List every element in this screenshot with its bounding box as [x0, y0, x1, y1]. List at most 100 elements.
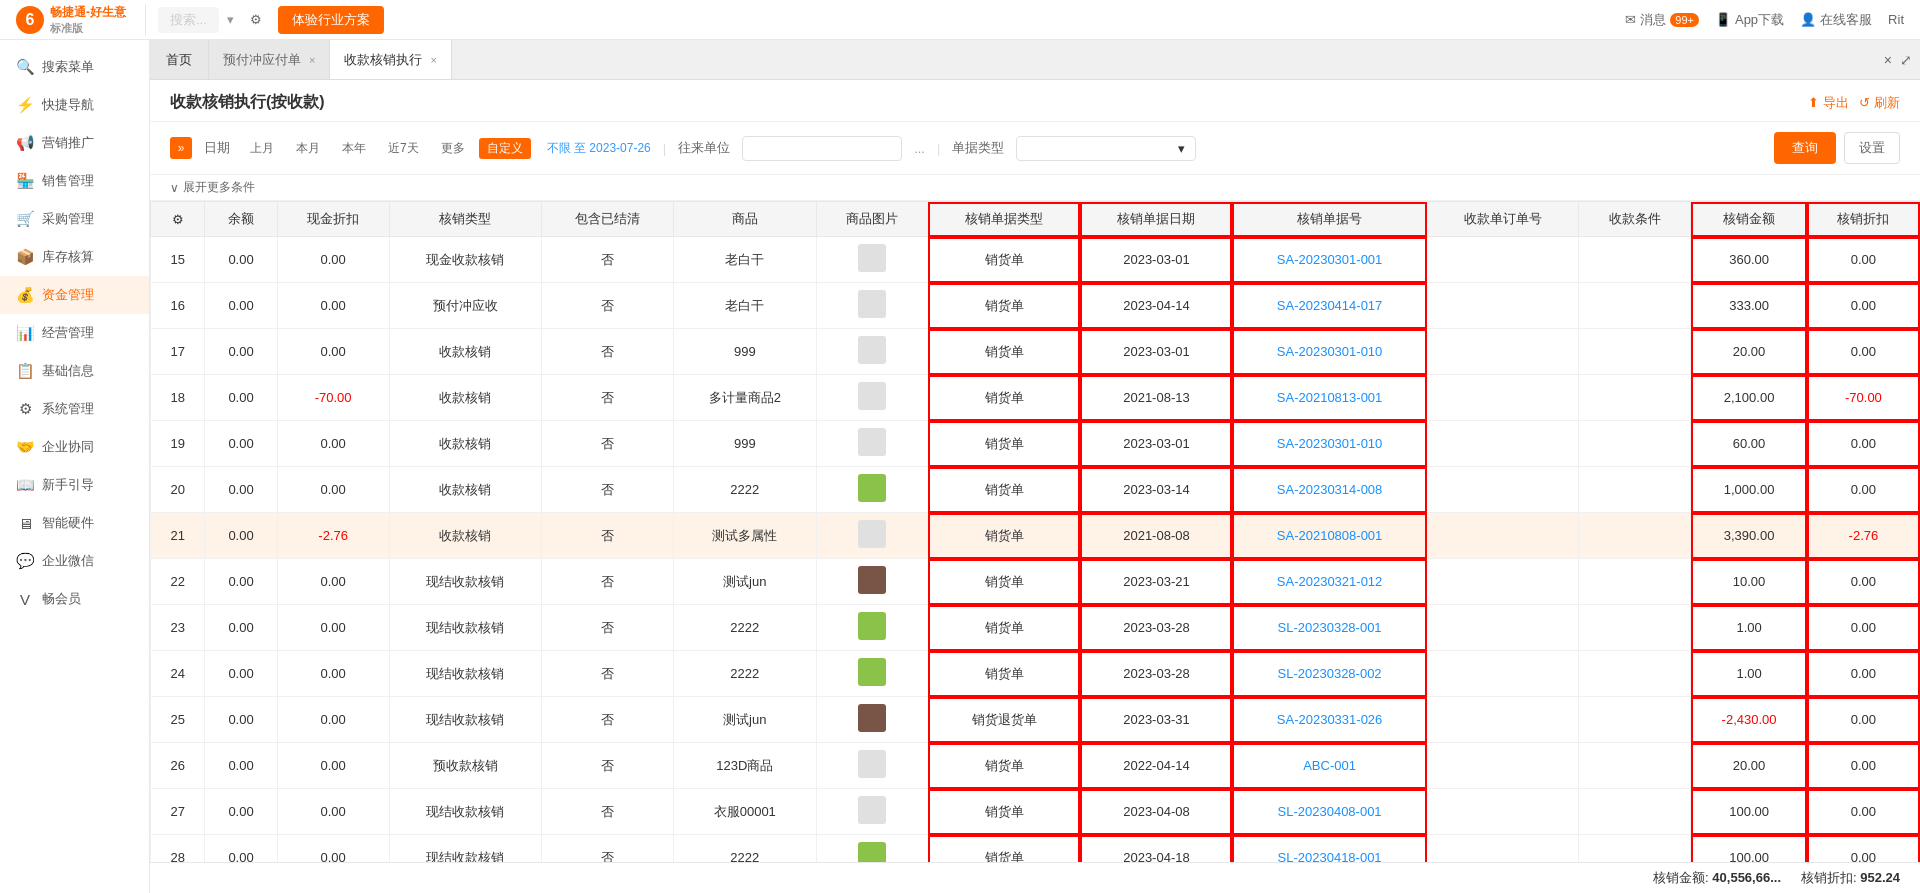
partner-input[interactable] — [742, 136, 902, 161]
date-btn-last-month[interactable]: 上月 — [242, 138, 282, 159]
wechat-icon: 💬 — [16, 552, 34, 570]
table-row: 25 0.00 0.00 现结收款核销 否 测试jun 销货退货单 2023-0… — [151, 697, 1920, 743]
cell-product-img — [816, 559, 928, 605]
table-row: 20 0.00 0.00 收款核销 否 2222 销货单 2023-03-14 … — [151, 467, 1920, 513]
expand-label: 展开更多条件 — [183, 179, 255, 196]
top-bar: 6 畅捷通-好生意 标准版 搜索... ▾ ⚙ 体验行业方案 ✉ 消息 99+ … — [0, 0, 1920, 40]
settings-icon[interactable]: ⚙ — [242, 6, 270, 34]
table-row: 22 0.00 0.00 现结收款核销 否 测试jun 销货单 2023-03-… — [151, 559, 1920, 605]
app-download-btn[interactable]: 📱 App下载 — [1715, 11, 1784, 29]
voucher-no-link[interactable]: SA-20230314-008 — [1277, 482, 1383, 497]
voucher-no-link[interactable]: SA-20230414-017 — [1277, 298, 1383, 313]
voucher-type-label: 单据类型 — [952, 139, 1004, 157]
sidebar-item-member[interactable]: V 畅会员 — [0, 580, 149, 618]
date-btn-this-year[interactable]: 本年 — [334, 138, 374, 159]
sidebar-item-basic[interactable]: 📋 基础信息 — [0, 352, 149, 390]
table-settings-btn[interactable]: 设置 — [1844, 132, 1900, 164]
tab-home[interactable]: 首页 — [150, 40, 209, 79]
voucher-no-link[interactable]: SL-20230328-002 — [1278, 666, 1382, 681]
cell-voucher-no: SA-20210813-001 — [1232, 375, 1426, 421]
table-row: 19 0.00 0.00 收款核销 否 999 销货单 2023-03-01 S… — [151, 421, 1920, 467]
export-btn[interactable]: ⬆ 导出 — [1808, 94, 1849, 112]
cell-cancel-type: 收款核销 — [389, 513, 541, 559]
voucher-no-link[interactable]: SA-20230301-010 — [1277, 344, 1383, 359]
cell-cancel-type: 预付冲应收 — [389, 283, 541, 329]
sidebar-item-purchase[interactable]: 🛒 采购管理 — [0, 200, 149, 238]
industry-btn[interactable]: 体验行业方案 — [278, 6, 384, 34]
voucher-no-link[interactable]: SL-20230408-001 — [1278, 804, 1382, 819]
tab-cancel-close[interactable]: × — [430, 54, 436, 66]
date-btn-7days[interactable]: 近7天 — [380, 138, 427, 159]
tab-expand[interactable]: ⤢ — [1900, 52, 1912, 68]
cell-voucher-type: 销货单 — [928, 743, 1080, 789]
tab-prepay[interactable]: 预付冲应付单 × — [209, 40, 330, 79]
sales-icon: 🏪 — [16, 172, 34, 190]
tab-cancel[interactable]: 收款核销执行 × — [330, 40, 451, 79]
refresh-btn[interactable]: ↺ 刷新 — [1859, 94, 1900, 112]
sidebar-item-guide[interactable]: 📖 新手引导 — [0, 466, 149, 504]
cell-cash-discount: 0.00 — [277, 283, 389, 329]
sidebar-item-management[interactable]: 📊 经营管理 — [0, 314, 149, 352]
tab-prepay-label: 预付冲应付单 — [223, 51, 301, 69]
cell-balance: 0.00 — [205, 421, 277, 467]
voucher-no-link[interactable]: SA-20230321-012 — [1277, 574, 1383, 589]
voucher-no-link[interactable]: SA-20230301-010 — [1277, 436, 1383, 451]
cell-cancel-type: 现结收款核销 — [389, 697, 541, 743]
cell-id: 21 — [151, 513, 205, 559]
sidebar-item-hardware[interactable]: 🖥 智能硬件 — [0, 504, 149, 542]
cell-receipt-condition — [1579, 329, 1691, 375]
cell-id: 20 — [151, 467, 205, 513]
cell-cancel-amount: 1.00 — [1691, 605, 1808, 651]
cell-receipt-condition — [1579, 697, 1691, 743]
voucher-no-link[interactable]: SA-20230301-001 — [1277, 252, 1383, 267]
online-service-btn[interactable]: 👤 在线客服 — [1800, 11, 1872, 29]
date-btn-more[interactable]: 更多 — [433, 138, 473, 159]
messages-badge: 99+ — [1670, 13, 1699, 27]
sidebar-item-inventory[interactable]: 📦 库存核算 — [0, 238, 149, 276]
messages-btn[interactable]: ✉ 消息 99+ — [1625, 11, 1699, 29]
filter-toggle-btn[interactable]: » — [170, 137, 192, 159]
marketing-icon: 📢 — [16, 134, 34, 152]
voucher-type-select[interactable]: ▾ — [1016, 136, 1196, 161]
date-btn-custom[interactable]: 自定义 — [479, 138, 531, 159]
sidebar-item-sales[interactable]: 🏪 销售管理 — [0, 162, 149, 200]
page-actions: ⬆ 导出 ↺ 刷新 — [1808, 94, 1900, 112]
sidebar-item-search[interactable]: 🔍 搜索菜单 — [0, 48, 149, 86]
voucher-no-link[interactable]: SL-20230328-001 — [1278, 620, 1382, 635]
sidebar-item-finance[interactable]: 💰 资金管理 — [0, 276, 149, 314]
sidebar-item-enterprise[interactable]: 🤝 企业协同 — [0, 428, 149, 466]
tab-close-all[interactable]: × — [1884, 52, 1892, 68]
voucher-no-link[interactable]: SA-20210813-001 — [1277, 390, 1383, 405]
main-table: ⚙ 余额 现金折扣 核销类型 包含已结清 商品 商品图片 核销单据类型 核销单据… — [150, 201, 1920, 862]
tab-prepay-close[interactable]: × — [309, 54, 315, 66]
sidebar-item-quick[interactable]: ⚡ 快捷导航 — [0, 86, 149, 124]
sidebar-label-hardware: 智能硬件 — [42, 514, 94, 532]
cell-cancel-amount: 360.00 — [1691, 237, 1808, 283]
top-breadcrumb[interactable]: 搜索... — [158, 7, 219, 33]
cell-cancel-type: 收款核销 — [389, 467, 541, 513]
voucher-no-link[interactable]: SA-20210808-001 — [1277, 528, 1383, 543]
cell-id: 19 — [151, 421, 205, 467]
cell-product-img — [816, 651, 928, 697]
voucher-no-link[interactable]: SA-20230331-026 — [1277, 712, 1383, 727]
date-btn-this-month[interactable]: 本月 — [288, 138, 328, 159]
cell-voucher-type: 销货单 — [928, 559, 1080, 605]
cell-balance: 0.00 — [205, 697, 277, 743]
cell-receipt-condition — [1579, 743, 1691, 789]
enterprise-icon: 🤝 — [16, 438, 34, 456]
cell-receipt-condition — [1579, 651, 1691, 697]
cell-product: 多计量商品2 — [673, 375, 816, 421]
cell-voucher-type: 销货单 — [928, 513, 1080, 559]
sidebar-item-system[interactable]: ⚙ 系统管理 — [0, 390, 149, 428]
voucher-no-link[interactable]: SL-20230418-001 — [1278, 850, 1382, 862]
query-btn[interactable]: 查询 — [1774, 132, 1836, 164]
sidebar-item-marketing[interactable]: 📢 营销推广 — [0, 124, 149, 162]
cell-include-settled: 否 — [541, 375, 673, 421]
cell-cash-discount: 0.00 — [277, 743, 389, 789]
voucher-no-link[interactable]: ABC-001 — [1303, 758, 1356, 773]
user-name[interactable]: Rit — [1888, 12, 1904, 27]
cell-include-settled: 否 — [541, 237, 673, 283]
expand-conditions-btn[interactable]: ∨ 展开更多条件 — [150, 179, 1920, 196]
partner-dots[interactable]: ... — [914, 141, 925, 156]
sidebar-item-wechat[interactable]: 💬 企业微信 — [0, 542, 149, 580]
